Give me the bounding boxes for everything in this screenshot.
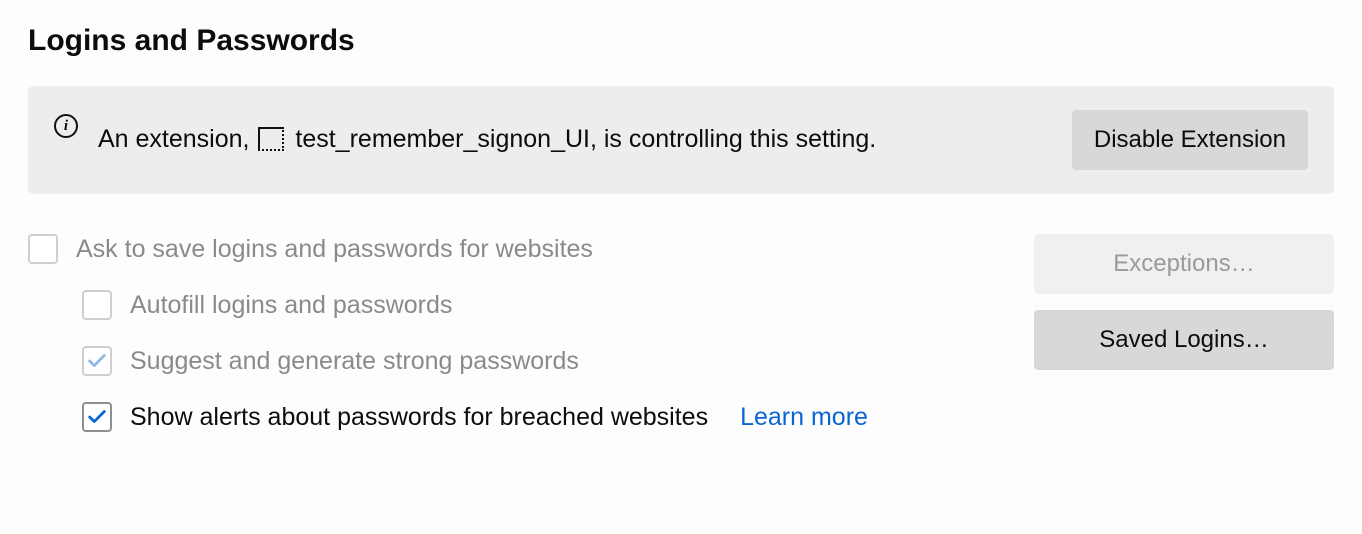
saved-logins-button[interactable]: Saved Logins… [1034, 310, 1334, 370]
notice-extension-name: test_remember_signon_UI [295, 125, 590, 153]
suggest-label: Suggest and generate strong passwords [130, 347, 579, 376]
extension-icon [258, 127, 284, 151]
ask-save-checkbox [28, 234, 58, 264]
option-ask-save: Ask to save logins and passwords for web… [28, 234, 1010, 264]
disable-extension-button[interactable]: Disable Extension [1072, 110, 1308, 170]
notice-text: An extension, test_remember_signon_UI, i… [98, 121, 1052, 159]
breach-label: Show alerts about passwords for breached… [130, 403, 708, 432]
options-right: Exceptions… Saved Logins… [1034, 234, 1334, 370]
option-autofill: Autofill logins and passwords [82, 290, 1010, 320]
autofill-checkbox [82, 290, 112, 320]
option-breach: Show alerts about passwords for breached… [82, 402, 1010, 432]
autofill-label: Autofill logins and passwords [130, 291, 452, 320]
notice-suffix: , is controlling this setting. [590, 125, 876, 153]
ask-save-label: Ask to save logins and passwords for web… [76, 235, 593, 264]
info-icon: i [54, 114, 78, 138]
suggest-checkbox [82, 346, 112, 376]
exceptions-button: Exceptions… [1034, 234, 1334, 294]
section-title: Logins and Passwords [28, 24, 1334, 58]
breach-checkbox[interactable] [82, 402, 112, 432]
learn-more-link[interactable]: Learn more [740, 403, 868, 432]
notice-prefix: An extension, [98, 125, 256, 153]
extension-notice: i An extension, test_remember_signon_UI,… [28, 86, 1334, 194]
options-left: Ask to save logins and passwords for web… [28, 234, 1010, 458]
options-area: Ask to save logins and passwords for web… [28, 234, 1334, 458]
option-suggest: Suggest and generate strong passwords [82, 346, 1010, 376]
